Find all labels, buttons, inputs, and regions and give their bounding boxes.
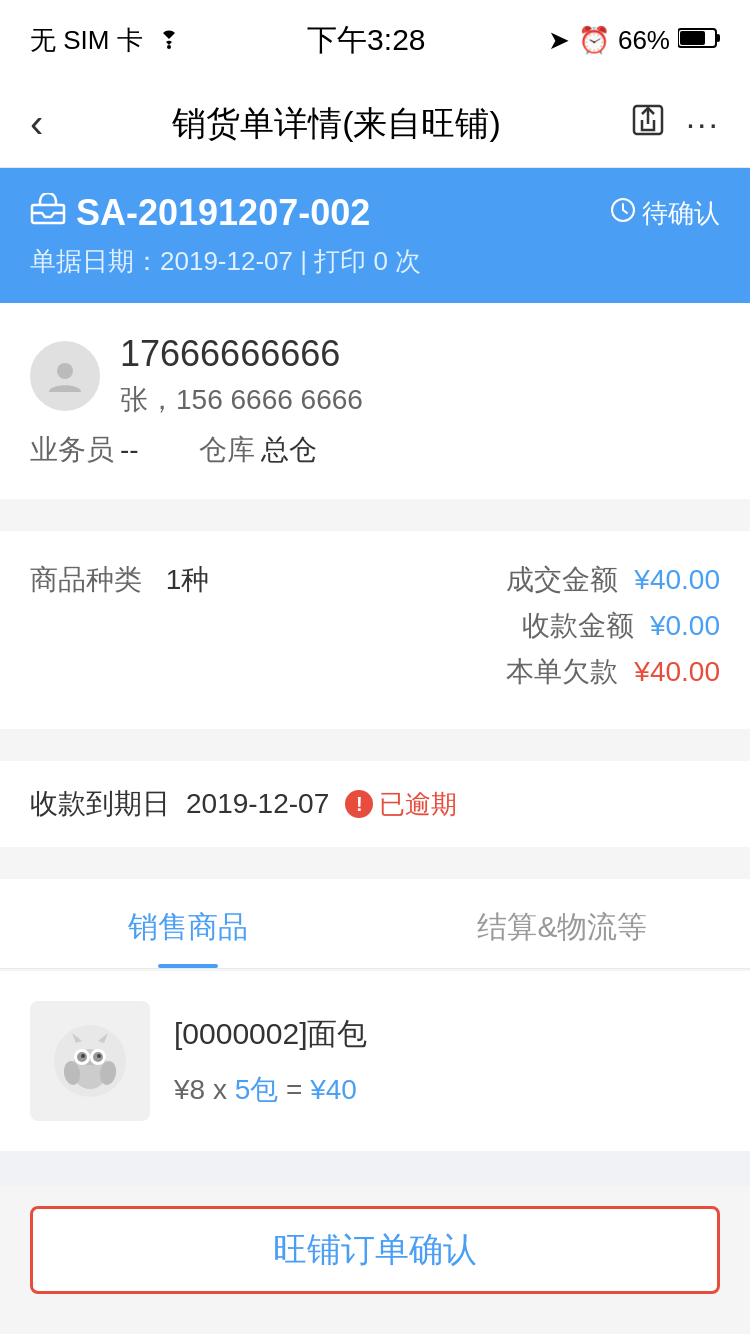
warehouse-item: 仓库 总仓 bbox=[199, 431, 317, 469]
multiply-sign: x bbox=[213, 1074, 235, 1105]
contact-name: 张，156 6666 6666 bbox=[120, 381, 720, 419]
overdue-badge: ! 已逾期 bbox=[345, 787, 457, 822]
tab-sales[interactable]: 销售商品 bbox=[0, 879, 375, 968]
product-section: [0000002]面包 ¥8 x 5包 = ¥40 bbox=[0, 971, 750, 1151]
status-left: 无 SIM 卡 bbox=[30, 23, 185, 58]
divider-1 bbox=[0, 515, 750, 531]
warehouse-value: 总仓 bbox=[261, 431, 317, 469]
sales-item: 业务员 -- bbox=[30, 431, 139, 469]
avatar bbox=[30, 341, 100, 411]
order-header-card: SA-20191207-002 待确认 单据日期：2019-12-07 | 打印… bbox=[0, 168, 750, 303]
goods-type-label: 商品种类 bbox=[30, 564, 142, 595]
amount-summary: 成交金额 ¥40.00 收款金额 ¥0.00 本单欠款 ¥40.00 bbox=[506, 561, 720, 699]
debt-label: 本单欠款 bbox=[506, 653, 618, 691]
status-right: ➤ ⏰ 66% bbox=[548, 25, 720, 56]
product-row: [0000002]面包 ¥8 x 5包 = ¥40 bbox=[30, 1001, 720, 1121]
meta-row: 业务员 -- 仓库 总仓 bbox=[30, 431, 720, 469]
svg-point-18 bbox=[97, 1054, 101, 1058]
tabs-row: 销售商品 结算&物流等 bbox=[0, 879, 750, 968]
amount-label: 成交金额 bbox=[506, 561, 618, 599]
tab-settlement[interactable]: 结算&物流等 bbox=[375, 879, 750, 968]
inbox-icon bbox=[30, 193, 66, 233]
contact-phone: 17666666666 bbox=[120, 333, 720, 375]
due-label: 收款到期日 bbox=[30, 785, 170, 823]
product-name: [0000002]面包 bbox=[174, 1014, 720, 1055]
confirm-button-wrap: 旺铺订单确认 bbox=[0, 1186, 750, 1334]
back-button[interactable]: ‹ bbox=[30, 101, 43, 146]
svg-rect-3 bbox=[680, 31, 705, 45]
share-button[interactable] bbox=[630, 102, 666, 146]
product-qty: 5包 bbox=[235, 1074, 279, 1105]
divider-3 bbox=[0, 863, 750, 879]
price-base: ¥8 bbox=[174, 1074, 205, 1105]
contact-info: 17666666666 张，156 6666 6666 bbox=[120, 333, 720, 419]
debt-value: ¥40.00 bbox=[634, 656, 720, 688]
sales-label: 业务员 bbox=[30, 431, 114, 469]
amount-value: ¥40.00 bbox=[634, 564, 720, 596]
svg-point-17 bbox=[81, 1054, 85, 1058]
nav-bar: ‹ 销货单详情(来自旺铺) ··· bbox=[0, 80, 750, 168]
svg-rect-2 bbox=[716, 34, 720, 42]
confirm-button[interactable]: 旺铺订单确认 bbox=[30, 1206, 720, 1294]
due-date-section: 收款到期日 2019-12-07 ! 已逾期 bbox=[0, 761, 750, 847]
battery-icon bbox=[678, 25, 720, 56]
due-date: 2019-12-07 bbox=[186, 788, 329, 820]
received-label: 收款金额 bbox=[522, 607, 634, 645]
order-status: 待确认 bbox=[610, 196, 720, 231]
divider-2 bbox=[0, 745, 750, 761]
customer-info-section: 17666666666 张，156 6666 6666 业务员 -- 仓库 总仓 bbox=[0, 303, 750, 499]
tabs-section: 销售商品 结算&物流等 bbox=[0, 879, 750, 969]
goods-type-label-group: 商品种类 1种 bbox=[30, 561, 209, 599]
battery-text: 66% bbox=[618, 25, 670, 56]
sales-value: -- bbox=[120, 434, 139, 466]
status-time: 下午3:28 bbox=[307, 20, 425, 61]
page-title: 销货单详情(来自旺铺) bbox=[172, 101, 501, 147]
location-icon: ➤ bbox=[548, 25, 570, 56]
overdue-icon: ! bbox=[345, 790, 373, 818]
equals-sign: = bbox=[286, 1074, 310, 1105]
received-value: ¥0.00 bbox=[650, 610, 720, 642]
svg-line-9 bbox=[623, 210, 627, 213]
overdue-text: 已逾期 bbox=[379, 787, 457, 822]
svg-point-0 bbox=[167, 45, 171, 49]
product-price: ¥8 x 5包 = ¥40 bbox=[174, 1071, 720, 1109]
svg-point-10 bbox=[57, 363, 73, 379]
sim-text: 无 SIM 卡 bbox=[30, 23, 143, 58]
goods-type-value: 1种 bbox=[166, 564, 210, 595]
status-bar: 无 SIM 卡 下午3:28 ➤ ⏰ 66% bbox=[0, 0, 750, 80]
warehouse-label: 仓库 bbox=[199, 431, 255, 469]
product-thumbnail bbox=[30, 1001, 150, 1121]
more-button[interactable]: ··· bbox=[686, 104, 720, 143]
order-date: 单据日期：2019-12-07 | 打印 0 次 bbox=[30, 244, 720, 279]
clock-icon bbox=[610, 197, 636, 230]
order-id: SA-20191207-002 bbox=[30, 192, 370, 234]
wifi-icon bbox=[153, 25, 185, 56]
product-info: [0000002]面包 ¥8 x 5包 = ¥40 bbox=[174, 1014, 720, 1109]
nav-icons: ··· bbox=[630, 102, 720, 146]
product-total: ¥40 bbox=[310, 1074, 357, 1105]
order-summary-section: 商品种类 1种 成交金额 ¥40.00 收款金额 ¥0.00 本单欠款 ¥40.… bbox=[0, 531, 750, 729]
alarm-icon: ⏰ bbox=[578, 25, 610, 56]
